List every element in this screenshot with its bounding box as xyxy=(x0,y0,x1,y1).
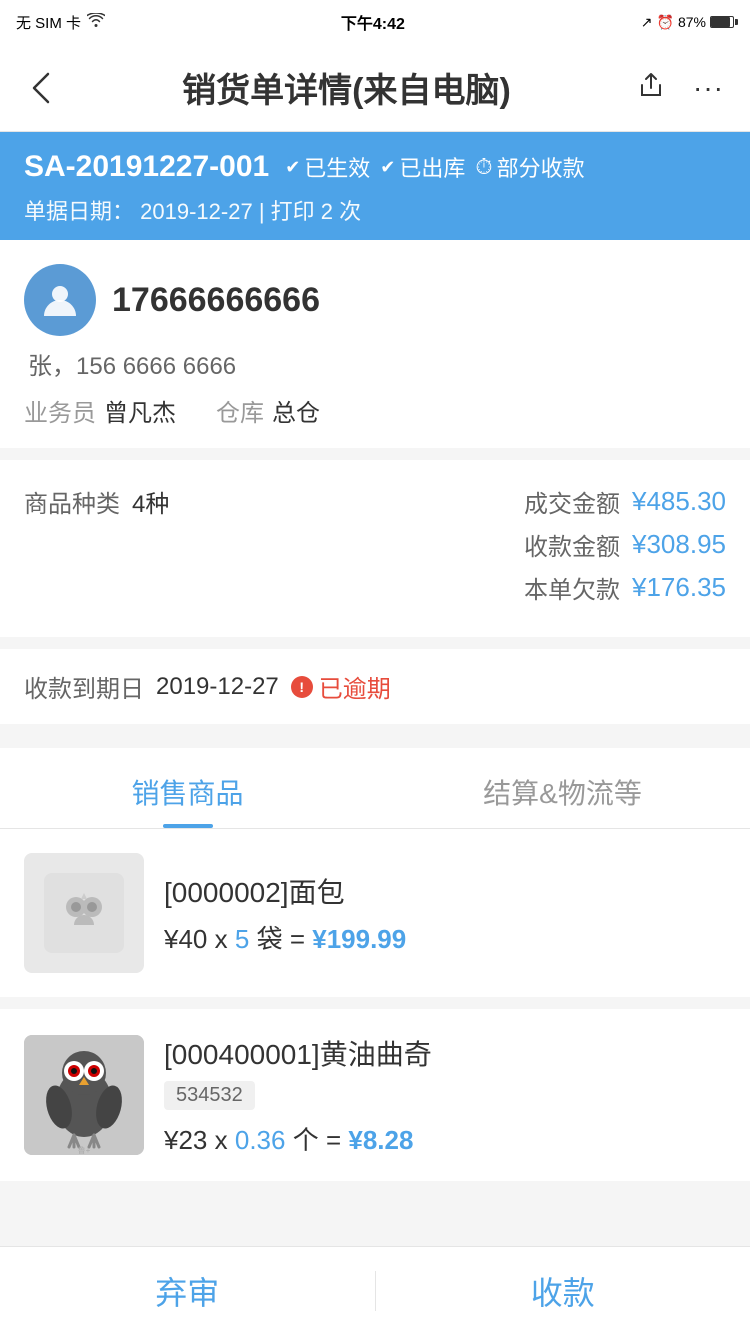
header-banner: SA-20191227-001 ✔ 已生效 ✔ 已出库 ⏱ 部分收款 单据日期：… xyxy=(0,132,750,240)
header-date: 单据日期： 2019-12-27 | 打印 2 次 xyxy=(24,194,726,226)
status-right: ↗ ⏰ 87% xyxy=(641,14,734,31)
warehouse-label: 仓库 xyxy=(216,393,264,428)
received-value: ¥308.95 xyxy=(632,529,726,560)
status-bar: 无 SIM 卡 下午4:42 ↗ ⏰ 87% xyxy=(0,0,750,44)
avatar xyxy=(24,264,96,336)
badge-shipped: ✔ 已出库 xyxy=(380,151,465,183)
received-label: 收款金额 xyxy=(524,527,620,562)
product-name-2: [000400001]黄油曲奇 xyxy=(164,1033,726,1073)
tab-settlement[interactable]: 结算&物流等 xyxy=(375,748,750,828)
warehouse-item: 仓库 总仓 xyxy=(216,393,320,428)
warehouse-value: 总仓 xyxy=(272,393,320,428)
product-total-1: ¥199.99 xyxy=(312,924,406,954)
product-info-1: [0000002]面包 ¥40 x 5 袋 = ¥199.99 xyxy=(164,871,726,956)
back-button[interactable] xyxy=(20,60,62,116)
product-type-label: 商品种类 xyxy=(24,484,120,519)
overdue-text: 已逾期 xyxy=(319,669,391,704)
alarm-icon: ⏰ xyxy=(657,14,674,31)
product-thumbnail-1 xyxy=(24,853,144,973)
customer-phone: 17666666666 xyxy=(112,281,320,320)
debt-label: 本单欠款 xyxy=(524,570,620,605)
more-button[interactable]: ··· xyxy=(687,66,730,110)
amount-row: 成交金额 ¥485.30 xyxy=(524,484,726,519)
check-icon-2: ✔ xyxy=(380,157,395,178)
received-row: 收款金额 ¥308.95 xyxy=(524,527,726,562)
amount-label: 成交金额 xyxy=(524,484,620,519)
overdue-label: 收款到期日 xyxy=(24,669,144,704)
clock-icon: ⏱ xyxy=(475,154,492,180)
list-item: 鲁+ [000400001]黄油曲奇 534532 ¥23 x 0.36 个 =… xyxy=(0,1009,750,1181)
debt-value: ¥176.35 xyxy=(632,572,726,603)
nav-actions: ··· xyxy=(631,65,730,111)
customer-name-detail: 张，156 6666 6666 xyxy=(24,346,726,381)
check-icon: ✔ xyxy=(285,157,300,178)
product-price-1: ¥40 x 5 袋 = ¥199.99 xyxy=(164,919,726,956)
badge-effective: ✔ 已生效 xyxy=(285,151,370,183)
confirm-button[interactable]: 收款 xyxy=(376,1247,750,1334)
wifi-icon xyxy=(87,13,105,31)
products-section: [0000002]面包 ¥40 x 5 袋 = ¥199.99 xyxy=(0,829,750,1181)
overdue-date: 2019-12-27 xyxy=(156,673,279,701)
product-thumbnail-2: 鲁+ xyxy=(24,1035,144,1155)
tab-products[interactable]: 销售商品 xyxy=(0,748,375,828)
banner-badges: ✔ 已生效 ✔ 已出库 ⏱ 部分收款 xyxy=(285,151,584,183)
product-type-value: 4种 xyxy=(132,484,169,519)
svg-text:鲁+: 鲁+ xyxy=(78,1145,91,1155)
stats-left: 商品种类 4种 xyxy=(24,484,169,527)
sales-rep-item: 业务员 曾凡杰 xyxy=(24,393,176,428)
customer-meta: 业务员 曾凡杰 仓库 总仓 xyxy=(24,393,726,428)
amount-value: ¥485.30 xyxy=(632,486,726,517)
stats-right: 成交金额 ¥485.30 收款金额 ¥308.95 本单欠款 ¥176.35 xyxy=(524,484,726,613)
cancel-button[interactable]: 弃审 xyxy=(0,1247,375,1334)
tabs-section: 销售商品 结算&物流等 xyxy=(0,748,750,829)
carrier-text: 无 SIM 卡 xyxy=(16,12,81,33)
badge-partial-payment: ⏱ 部分收款 xyxy=(475,151,584,183)
battery-text: 87% xyxy=(678,14,706,30)
nav-bar: 销货单详情(来自电脑) ··· xyxy=(0,44,750,132)
tabs-row: 销售商品 结算&物流等 xyxy=(0,748,750,828)
product-total-2: ¥8.28 xyxy=(348,1125,413,1155)
product-info-2: [000400001]黄油曲奇 534532 ¥23 x 0.36 个 = ¥8… xyxy=(164,1033,726,1157)
overdue-section: 收款到期日 2019-12-27 ! 已逾期 xyxy=(0,649,750,724)
stats-section: 商品种类 4种 成交金额 ¥485.30 收款金额 ¥308.95 本单欠款 ¥… xyxy=(0,460,750,637)
product-sku-badge: 534532 xyxy=(164,1081,255,1110)
product-price-2: ¥23 x 0.36 个 = ¥8.28 xyxy=(164,1120,726,1157)
share-button[interactable] xyxy=(631,65,671,111)
status-time: 下午4:42 xyxy=(341,10,405,34)
bottom-bar: 弃审 收款 xyxy=(0,1246,750,1334)
sales-rep-label: 业务员 xyxy=(24,393,96,428)
status-left: 无 SIM 卡 xyxy=(16,12,105,33)
product-qty-2: 0.36 xyxy=(235,1125,286,1155)
product-name-1: [0000002]面包 xyxy=(164,871,726,911)
location-icon: ↗ xyxy=(641,14,653,31)
overdue-warning-icon: ! xyxy=(291,676,313,698)
product-type-item: 商品种类 4种 xyxy=(24,484,169,519)
customer-section: 17666666666 张，156 6666 6666 业务员 曾凡杰 仓库 总… xyxy=(0,240,750,448)
debt-row: 本单欠款 ¥176.35 xyxy=(524,570,726,605)
product-qty-1: 5 xyxy=(235,924,249,954)
list-item: [0000002]面包 ¥40 x 5 袋 = ¥199.99 xyxy=(0,829,750,997)
overdue-badge: ! 已逾期 xyxy=(291,669,391,704)
order-id: SA-20191227-001 xyxy=(24,150,269,184)
battery-icon xyxy=(710,16,734,28)
sales-rep-value: 曾凡杰 xyxy=(104,393,176,428)
page-title: 销货单详情(来自电脑) xyxy=(182,63,511,112)
